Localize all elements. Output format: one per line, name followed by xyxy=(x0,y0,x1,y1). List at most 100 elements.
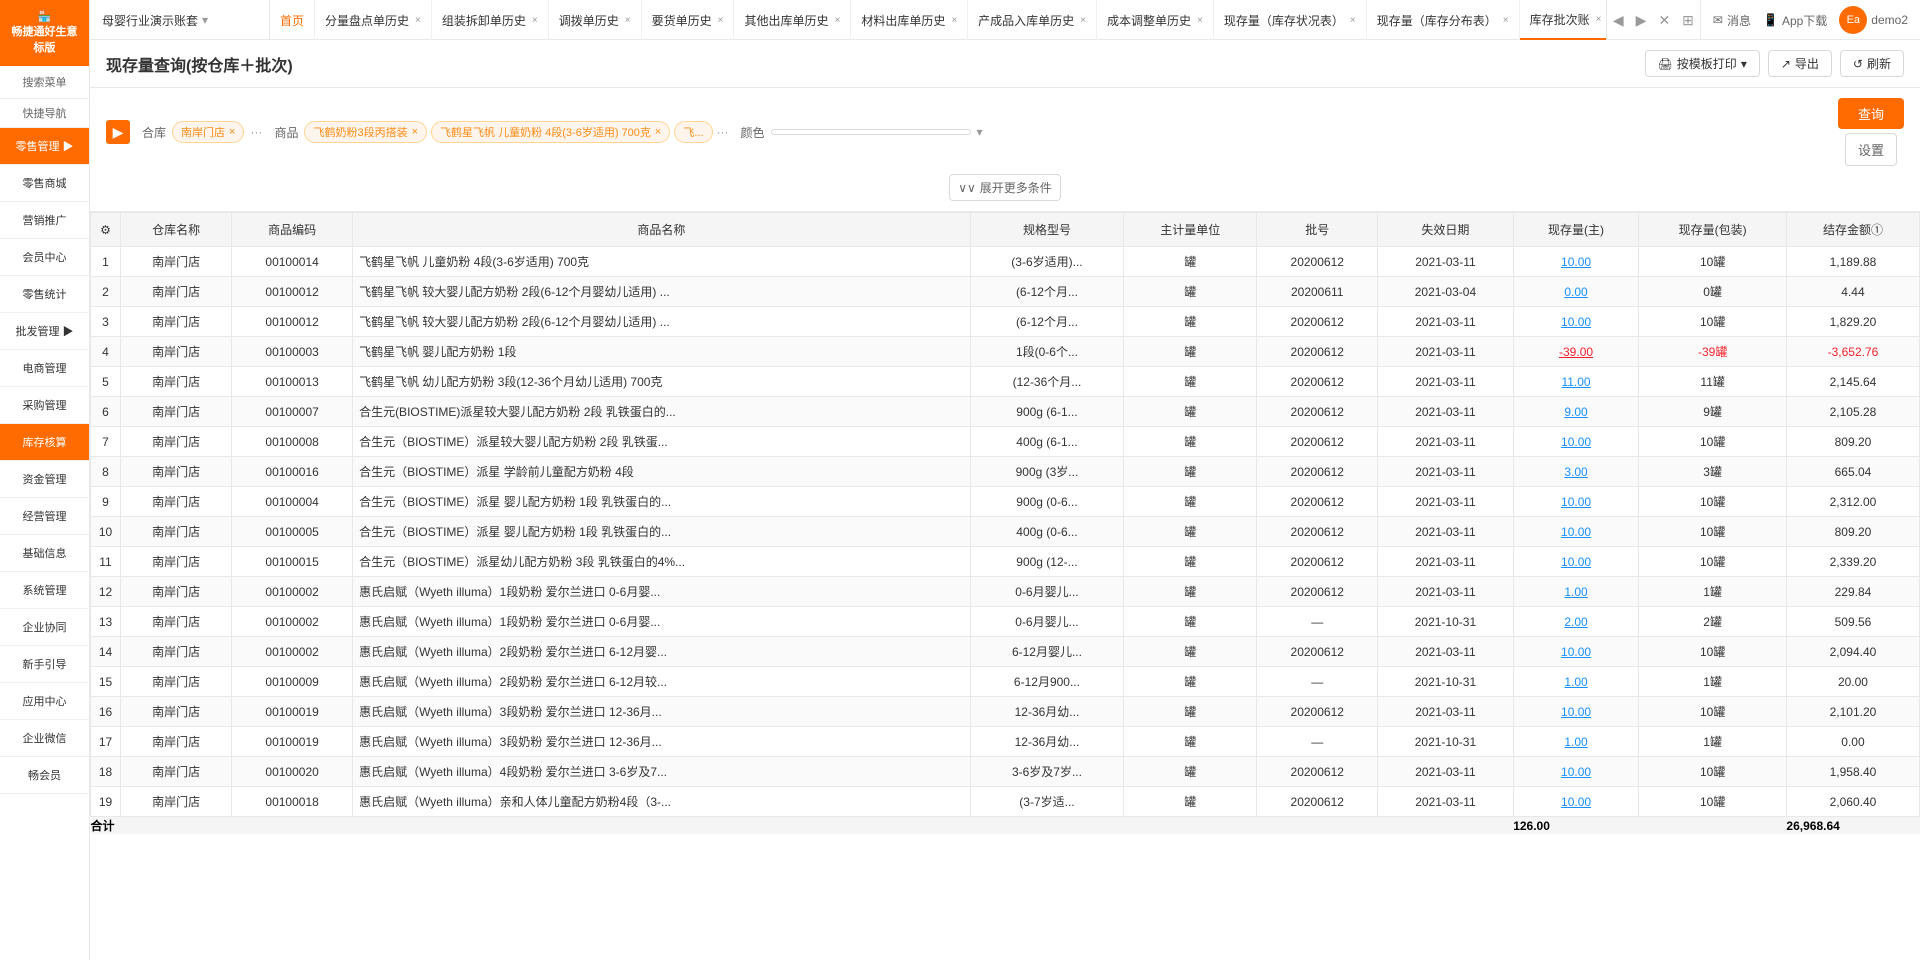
message-button[interactable]: ✉ 消息 xyxy=(1713,12,1751,29)
tab-home[interactable]: 首页 xyxy=(270,0,315,40)
expand-tabs-icon[interactable]: ⊞ xyxy=(1676,12,1700,29)
row-qty-main[interactable]: 10.00 xyxy=(1513,697,1639,727)
row-qty-main[interactable]: 10.00 xyxy=(1513,307,1639,337)
color-arrow-icon[interactable]: ▾ xyxy=(977,125,983,139)
row-qty-main[interactable]: 10.00 xyxy=(1513,547,1639,577)
query-button[interactable]: 查询 xyxy=(1838,98,1904,129)
close-tab-icon[interactable]: × xyxy=(1197,15,1203,26)
print-button[interactable]: 🖨 按模板打印 ▾ xyxy=(1645,50,1760,77)
tab-inventory-dist[interactable]: 现存量（库存分布表） × xyxy=(1367,0,1520,40)
row-expire: 2021-03-11 xyxy=(1378,697,1514,727)
row-qty-main[interactable]: 9.00 xyxy=(1513,397,1639,427)
product-tag-2-close[interactable]: × xyxy=(655,126,661,138)
row-batch: 20200612 xyxy=(1257,787,1378,817)
product-tag-1-close[interactable]: × xyxy=(412,126,418,138)
tab-requisition-history[interactable]: 要货单历史 × xyxy=(642,0,735,40)
sidebar-item-retail-mall[interactable]: 零售商城 xyxy=(0,165,89,202)
row-qty-main[interactable]: 10.00 xyxy=(1513,427,1639,457)
row-name: 惠氏启赋（Wyeth illuma）3段奶粉 爱尔兰进口 12-36月... xyxy=(353,697,971,727)
tab-batch-ledger[interactable]: 库存批次账 × xyxy=(1520,0,1606,40)
tab-finished-goods[interactable]: 产成品入库单历史 × xyxy=(968,0,1097,40)
row-batch: — xyxy=(1257,667,1378,697)
sidebar-item-operations[interactable]: 经营管理 xyxy=(0,498,89,535)
settings-button[interactable]: 设置 xyxy=(1845,133,1897,166)
row-qty-main[interactable]: 3.00 xyxy=(1513,457,1639,487)
tab-cost-adjust[interactable]: 成本调整单历史 × xyxy=(1097,0,1214,40)
close-tab-button[interactable]: ✕ xyxy=(1652,12,1676,29)
tab-partial-inventory[interactable]: 分量盘点单历史 × xyxy=(315,0,432,40)
product-tag-more[interactable]: 飞... xyxy=(674,121,712,143)
close-tab-icon[interactable]: × xyxy=(834,15,840,26)
nav-next-icon[interactable]: ▶ xyxy=(1630,12,1653,29)
row-qty-main[interactable]: 10.00 xyxy=(1513,517,1639,547)
app-download-button[interactable]: 📱 App下载 xyxy=(1763,12,1827,29)
warehouse-more-icon[interactable]: ··· xyxy=(250,125,262,139)
sidebar-item-retail-stats[interactable]: 零售统计 xyxy=(0,276,89,313)
tab-inventory-status[interactable]: 现存量（库存状况表） × xyxy=(1214,0,1367,40)
close-tab-icon[interactable]: × xyxy=(1596,14,1602,25)
workspace-selector[interactable]: 母婴行业演示账套 ▾ xyxy=(90,0,270,40)
sidebar-item-wholesale[interactable]: 批发管理 ▶ xyxy=(0,313,89,350)
sidebar-item-member2[interactable]: 畅会员 xyxy=(0,757,89,794)
tab-assembly-history[interactable]: 组装拆卸单历史 × xyxy=(432,0,549,40)
col-settings[interactable]: ⚙ xyxy=(91,213,121,247)
row-qty-main[interactable]: 10.00 xyxy=(1513,757,1639,787)
row-warehouse: 南岸门店 xyxy=(121,247,232,277)
row-no: 3 xyxy=(91,307,121,337)
sidebar-item-ecommerce[interactable]: 电商管理 xyxy=(0,350,89,387)
row-batch: 20200612 xyxy=(1257,697,1378,727)
sidebar-item-basic-info[interactable]: 基础信息 xyxy=(0,535,89,572)
sidebar-item-purchase[interactable]: 采购管理 xyxy=(0,387,89,424)
row-qty-main[interactable]: 10.00 xyxy=(1513,487,1639,517)
close-tab-icon[interactable]: × xyxy=(951,15,957,26)
sidebar-item-marketing[interactable]: 营销推广 xyxy=(0,202,89,239)
product-tag-2[interactable]: 飞鹤星飞帆 儿童奶粉 4段(3-6岁适用) 700克 × xyxy=(431,121,670,143)
tab-transfer-history[interactable]: 调拨单历史 × xyxy=(549,0,642,40)
row-qty-main[interactable]: 1.00 xyxy=(1513,577,1639,607)
row-qty-main[interactable]: -39.00 xyxy=(1513,337,1639,367)
sidebar-item-finance[interactable]: 资金管理 xyxy=(0,461,89,498)
color-select-area[interactable] xyxy=(771,129,971,135)
close-tab-icon[interactable]: × xyxy=(1350,15,1356,26)
row-qty-main[interactable]: 10.00 xyxy=(1513,247,1639,277)
row-name: 惠氏启赋（Wyeth illuma）4段奶粉 爱尔兰进口 3-6岁及7... xyxy=(353,757,971,787)
row-qty-main[interactable]: 10.00 xyxy=(1513,637,1639,667)
tab-material-outbound[interactable]: 材料出库单历史 × xyxy=(851,0,968,40)
filter-expand-button[interactable]: ▶ xyxy=(106,120,130,144)
close-tab-icon[interactable]: × xyxy=(1080,15,1086,26)
row-warehouse: 南岸门店 xyxy=(121,787,232,817)
close-tab-icon[interactable]: × xyxy=(718,15,724,26)
row-qty-main[interactable]: 1.00 xyxy=(1513,727,1639,757)
row-qty-main[interactable]: 1.00 xyxy=(1513,667,1639,697)
row-amount: 809.20 xyxy=(1786,427,1919,457)
export-button[interactable]: ↗ 导出 xyxy=(1768,50,1832,77)
row-qty-main[interactable]: 10.00 xyxy=(1513,787,1639,817)
sidebar-item-wechat[interactable]: 企业微信 xyxy=(0,720,89,757)
product-tag-1[interactable]: 飞鹤奶粉3段丙搭装 × xyxy=(304,121,427,143)
close-tab-icon[interactable]: × xyxy=(625,15,631,26)
sidebar-item-guide[interactable]: 新手引导 xyxy=(0,646,89,683)
nav-prev-icon[interactable]: ◀ xyxy=(1607,12,1630,29)
tab-other-outbound[interactable]: 其他出库单历史 × xyxy=(734,0,851,40)
close-tab-icon[interactable]: × xyxy=(532,15,538,26)
quick-nav[interactable]: 快捷导航 xyxy=(0,99,89,128)
sidebar-item-system[interactable]: 系统管理 xyxy=(0,572,89,609)
sidebar-item-inventory[interactable]: 库存核算 xyxy=(0,424,89,461)
search-menu[interactable]: 搜索菜单 xyxy=(0,66,89,99)
sidebar-item-enterprise[interactable]: 企业协同 xyxy=(0,609,89,646)
row-qty-main[interactable]: 11.00 xyxy=(1513,367,1639,397)
close-tab-icon[interactable]: × xyxy=(415,15,421,26)
sidebar-item-member[interactable]: 会员中心 xyxy=(0,239,89,276)
sidebar-item-retail-mgmt[interactable]: 零售管理 ▶ xyxy=(0,128,89,165)
expand-more-button[interactable]: ∨∨ 展开更多条件 xyxy=(949,174,1061,201)
row-qty-main[interactable]: 2.00 xyxy=(1513,607,1639,637)
row-qty-main[interactable]: 0.00 xyxy=(1513,277,1639,307)
row-amount: 4.44 xyxy=(1786,277,1919,307)
product-more-icon[interactable]: ··· xyxy=(717,125,729,139)
sidebar-item-apps[interactable]: 应用中心 xyxy=(0,683,89,720)
user-menu[interactable]: Ea demo2 xyxy=(1839,6,1908,34)
refresh-button[interactable]: ↺ 刷新 xyxy=(1840,50,1904,77)
warehouse-tag-close[interactable]: × xyxy=(229,126,235,138)
close-tab-icon[interactable]: × xyxy=(1503,15,1509,26)
warehouse-tag[interactable]: 南岸门店 × xyxy=(172,121,244,143)
